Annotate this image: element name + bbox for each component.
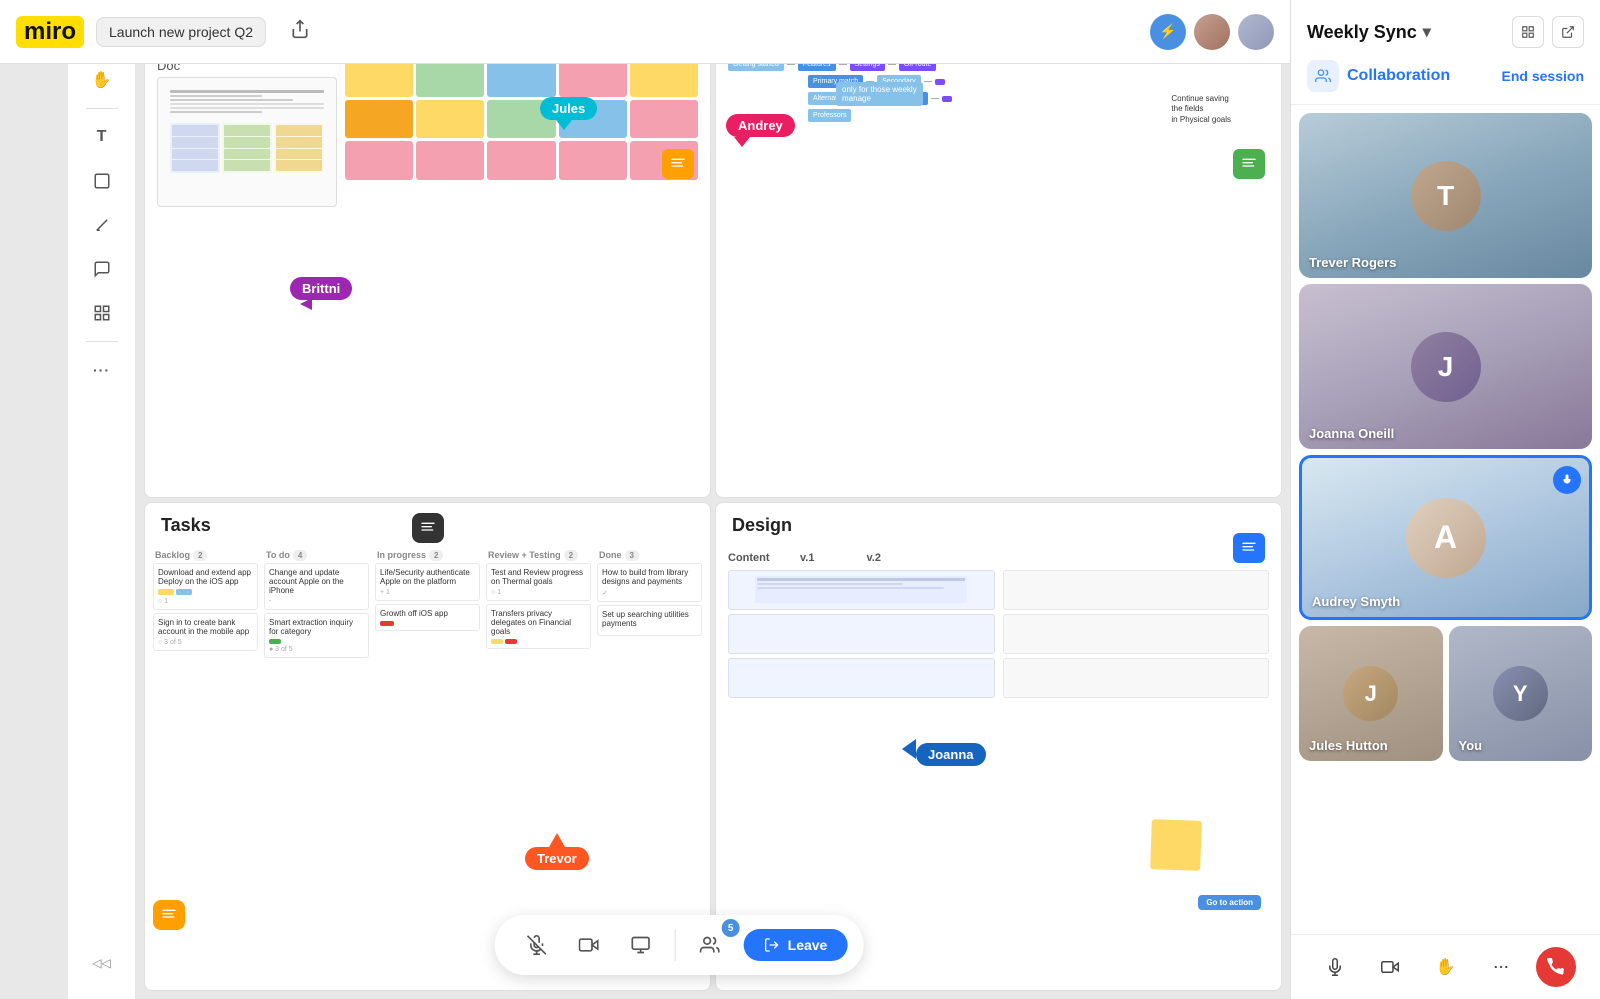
kanban-todo: To do 4 Change and update account Apple … bbox=[264, 548, 369, 808]
session-title-text: Weekly Sync bbox=[1307, 22, 1417, 43]
session-title: Weekly Sync ▾ bbox=[1307, 22, 1431, 43]
audrey-name: Audrey Smyth bbox=[1312, 594, 1400, 609]
mapping-section[interactable]: Mapping Getting started Features Setting… bbox=[715, 8, 1282, 498]
brittni-cursor: Brittni bbox=[290, 277, 352, 310]
features-section[interactable]: Features Doc bbox=[144, 8, 711, 498]
design-content: Content v.1 v.2 bbox=[716, 548, 1281, 702]
sticky-area bbox=[345, 54, 698, 207]
trevor-cursor: Trevor bbox=[525, 833, 589, 870]
chat-bubble-design bbox=[1233, 533, 1265, 563]
doc-preview bbox=[157, 77, 337, 207]
sidebar-mic-button[interactable] bbox=[1315, 947, 1355, 987]
joanna-cursor: Joanna bbox=[916, 743, 986, 766]
session-dropdown[interactable]: ▾ bbox=[1423, 22, 1431, 42]
board-grid: Features Doc bbox=[136, 0, 1290, 999]
chat-bubble-features bbox=[662, 149, 694, 179]
chat-bubble-tasks-center bbox=[412, 513, 444, 543]
you-name: You bbox=[1459, 738, 1483, 753]
sidebar-controls: ✋ bbox=[1291, 934, 1600, 999]
design-title: Design bbox=[716, 503, 1281, 548]
video-button[interactable] bbox=[567, 923, 611, 967]
joanna-name: Joanna Oneill bbox=[1309, 426, 1394, 441]
canvas[interactable]: ✋ T ··· ◁◁ bbox=[68, 0, 1290, 999]
sidebar-hand-button[interactable]: ✋ bbox=[1425, 947, 1465, 987]
kanban-backlog: Backlog 2 Download and extend app Deploy… bbox=[153, 548, 258, 808]
people-button[interactable]: 5 bbox=[684, 923, 736, 967]
filter-icon[interactable]: ⚡ bbox=[1150, 14, 1186, 50]
video-tile-audrey[interactable]: A Audrey Smyth bbox=[1299, 455, 1592, 620]
kanban-done: Done 3 How to build from library designs… bbox=[597, 548, 702, 808]
mapping-content: Getting started Features Settings Off-ro… bbox=[716, 54, 1281, 126]
collapse-toolbar[interactable]: ◁◁ bbox=[82, 943, 122, 983]
video-tile-you[interactable]: Y You bbox=[1449, 626, 1593, 761]
doc-area: Doc bbox=[157, 54, 337, 207]
collaboration-icon bbox=[1307, 60, 1339, 92]
people-count: 5 bbox=[722, 919, 740, 937]
more-tools[interactable]: ··· bbox=[82, 350, 122, 390]
collab-row: Collaboration End session bbox=[1307, 60, 1584, 104]
left-toolbar: ✋ T ··· ◁◁ bbox=[68, 0, 136, 999]
project-title: Launch new project Q2 bbox=[109, 24, 253, 40]
session-actions bbox=[1512, 16, 1584, 48]
video-tile-joanna[interactable]: J Joanna Oneill bbox=[1299, 284, 1592, 449]
mic-muted-button[interactable] bbox=[515, 923, 559, 967]
collaboration-label: Collaboration bbox=[1347, 67, 1494, 85]
video-grid: T Trever Rogers J Joanna Oneill A Audr bbox=[1291, 105, 1600, 934]
end-session-button[interactable]: End session bbox=[1502, 68, 1584, 84]
sidebar-video-button[interactable] bbox=[1370, 947, 1410, 987]
miro-logo[interactable]: miro bbox=[16, 16, 84, 48]
tasks-content: Backlog 2 Download and extend app Deploy… bbox=[145, 548, 710, 816]
kanban-inprogress: In progress 2 Life/Security authenticate… bbox=[375, 548, 480, 808]
leave-label: Leave bbox=[788, 937, 828, 953]
jules-name: Jules Hutton bbox=[1309, 738, 1388, 753]
features-content: Doc bbox=[145, 54, 710, 207]
frame-tool[interactable] bbox=[82, 293, 122, 333]
avatar-2[interactable] bbox=[1238, 14, 1274, 50]
end-call-button[interactable] bbox=[1536, 947, 1576, 987]
video-tile-trever[interactable]: T Trever Rogers bbox=[1299, 113, 1592, 278]
topbar: miro Launch new project Q2 ⚡ bbox=[0, 0, 1290, 64]
jules-cursor: Jules bbox=[540, 97, 597, 130]
video-tile-row-bottom: J Jules Hutton Y You bbox=[1299, 626, 1592, 761]
trever-name: Trever Rogers bbox=[1309, 255, 1396, 270]
hand-tool[interactable]: ✋ bbox=[82, 60, 122, 100]
pen-tool[interactable] bbox=[82, 205, 122, 245]
video-tile-jules[interactable]: J Jules Hutton bbox=[1299, 626, 1443, 761]
sticky-tool[interactable] bbox=[82, 161, 122, 201]
leave-button[interactable]: Leave bbox=[744, 929, 848, 961]
sidebar: Weekly Sync ▾ Collaboration End se bbox=[1290, 0, 1600, 999]
avatar-1[interactable] bbox=[1194, 14, 1230, 50]
topbar-icons: ⚡ bbox=[1150, 14, 1274, 50]
andrey-cursor: Andrey bbox=[726, 114, 795, 147]
sidebar-more-button[interactable] bbox=[1481, 947, 1521, 987]
external-link-button[interactable] bbox=[1552, 16, 1584, 48]
project-title-btn[interactable]: Launch new project Q2 bbox=[96, 17, 266, 47]
comment-tool[interactable] bbox=[82, 249, 122, 289]
chat-bubble-tasks-bl bbox=[153, 900, 185, 930]
kanban-review: Review + Testing 2 Test and Review progr… bbox=[486, 548, 591, 808]
share-button[interactable] bbox=[282, 13, 318, 50]
session-row: Weekly Sync ▾ bbox=[1307, 16, 1584, 60]
bottom-toolbar: 5 Leave bbox=[495, 915, 864, 975]
grid-view-button[interactable] bbox=[1512, 16, 1544, 48]
screen-share-button[interactable] bbox=[619, 923, 663, 967]
sidebar-header: Weekly Sync ▾ Collaboration End se bbox=[1291, 0, 1600, 105]
chat-bubble-mapping bbox=[1233, 149, 1265, 179]
text-tool[interactable]: T bbox=[82, 117, 122, 157]
